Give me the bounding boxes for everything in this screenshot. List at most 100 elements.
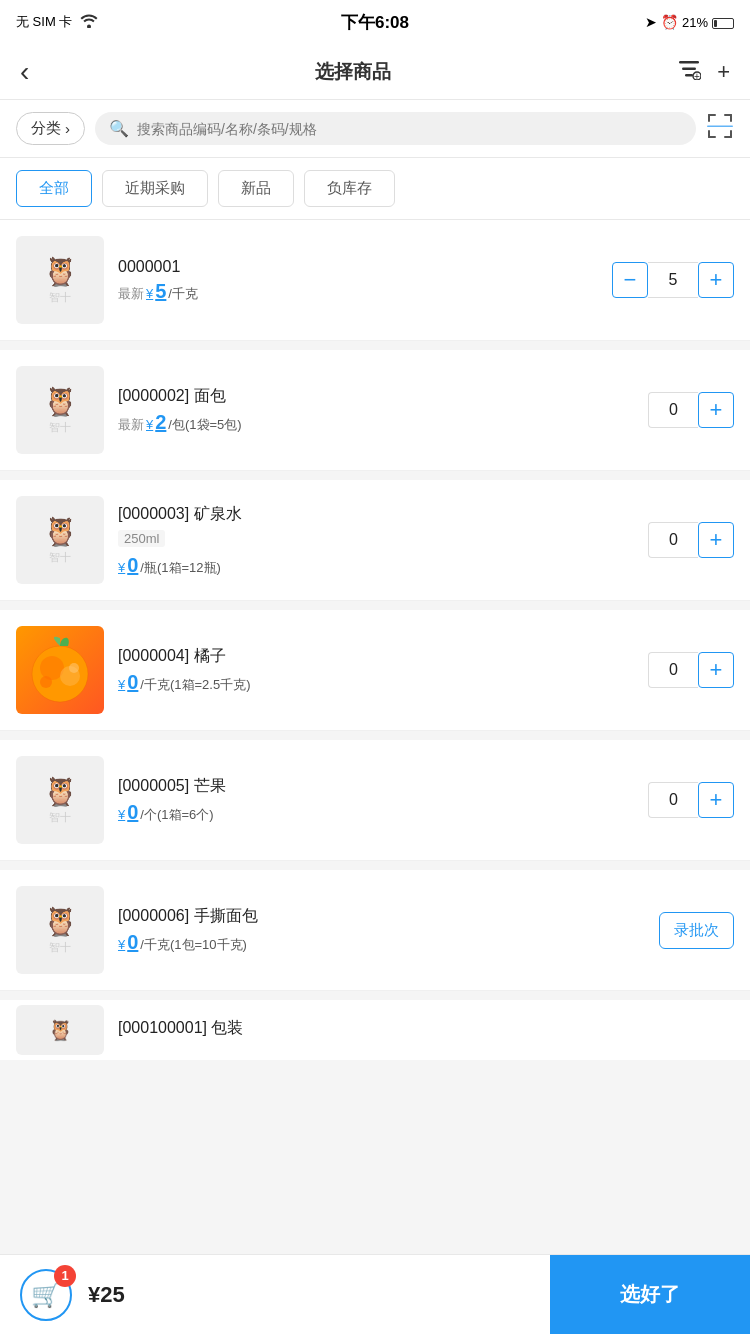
product-price: ¥ 0 /瓶(1箱=12瓶)	[118, 554, 634, 577]
product-image: 🦉 智十	[16, 756, 104, 844]
product-info: [000100001] 包装	[118, 1018, 734, 1043]
cart-icon: 🛒	[31, 1281, 61, 1309]
product-info: 0000001 最新 ¥ 5 /千克	[118, 258, 598, 303]
quantity-control: +	[648, 782, 734, 818]
status-time: 下午6:08	[341, 11, 409, 34]
product-price: ¥ 0 /千克(1箱=2.5千克)	[118, 671, 634, 694]
status-left: 无 SIM 卡	[16, 13, 98, 31]
add-icon[interactable]: +	[717, 59, 730, 85]
svg-rect-6	[708, 114, 710, 122]
nav-bar: ‹ 选择商品 + +	[0, 44, 750, 100]
filter-icon[interactable]: +	[677, 58, 701, 86]
svg-rect-0	[679, 61, 699, 64]
placeholder-owl-icon: 🦉	[48, 1018, 73, 1042]
carrier-text: 无 SIM 卡	[16, 13, 72, 31]
svg-rect-8	[730, 114, 732, 122]
product-name: [0000003] 矿泉水	[118, 504, 634, 525]
brand-text: 智十	[49, 940, 71, 955]
product-name: [0000006] 手撕面包	[118, 906, 645, 927]
plus-button[interactable]: +	[698, 392, 734, 428]
page-title: 选择商品	[315, 59, 391, 85]
list-item: [0000004] 橘子 ¥ 0 /千克(1箱=2.5千克) +	[0, 610, 750, 731]
placeholder-owl-icon: 🦉	[43, 775, 78, 808]
product-name: [0000005] 芒果	[118, 776, 634, 797]
quantity-input[interactable]	[648, 782, 698, 818]
cart-badge: 1	[54, 1265, 76, 1287]
divider	[0, 992, 750, 1000]
category-arrow-icon: ›	[65, 120, 70, 137]
nav-left: ‹	[20, 56, 29, 88]
product-price: ¥ 0 /个(1箱=6个)	[118, 801, 634, 824]
divider	[0, 342, 750, 350]
product-image	[16, 626, 104, 714]
minus-button[interactable]: −	[612, 262, 648, 298]
product-price: ¥ 0 /千克(1包=10千克)	[118, 931, 645, 954]
filter-tabs: 全部 近期采购 新品 负库存	[0, 158, 750, 220]
product-name: [0000002] 面包	[118, 386, 634, 407]
toolbar: 分类 › 🔍	[0, 100, 750, 158]
quantity-control: − +	[612, 262, 734, 298]
product-info: [0000003] 矿泉水 250ml ¥ 0 /瓶(1箱=12瓶)	[118, 504, 634, 577]
list-item: 🦉 智十 0000001 最新 ¥ 5 /千克 − +	[0, 220, 750, 341]
wifi-icon	[80, 14, 98, 31]
search-bar: 🔍	[95, 112, 696, 145]
product-image: 🦉	[16, 1005, 104, 1055]
tab-all[interactable]: 全部	[16, 170, 92, 207]
list-item: 🦉 [000100001] 包装	[0, 1000, 750, 1060]
product-info: [0000005] 芒果 ¥ 0 /个(1箱=6个)	[118, 776, 634, 824]
search-icon: 🔍	[109, 119, 129, 138]
bottom-bar: 🛒 1 ¥25 选好了	[0, 1254, 750, 1334]
product-image: 🦉 智十	[16, 886, 104, 974]
divider	[0, 732, 750, 740]
plus-button[interactable]: +	[698, 782, 734, 818]
record-batch-button[interactable]: 录批次	[659, 912, 734, 949]
placeholder-owl-icon: 🦉	[43, 515, 78, 548]
product-image: 🦉 智十	[16, 236, 104, 324]
brand-text: 智十	[49, 290, 71, 305]
plus-button[interactable]: +	[698, 652, 734, 688]
cart-total: ¥25	[88, 1282, 125, 1308]
svg-point-18	[40, 676, 52, 688]
product-name: 0000001	[118, 258, 598, 276]
plus-button[interactable]: +	[698, 522, 734, 558]
svg-text:+: +	[694, 71, 700, 80]
quantity-input[interactable]	[648, 392, 698, 428]
product-price: 最新 ¥ 2 /包(1袋=5包)	[118, 411, 634, 434]
category-button[interactable]: 分类 ›	[16, 112, 85, 145]
tab-negative[interactable]: 负库存	[304, 170, 395, 207]
quantity-input[interactable]	[648, 262, 698, 298]
list-item: 🦉 智十 [0000003] 矿泉水 250ml ¥ 0 /瓶(1箱=12瓶) …	[0, 480, 750, 601]
svg-rect-1	[682, 67, 696, 70]
back-button[interactable]: ‹	[20, 56, 29, 88]
svg-rect-2	[685, 74, 693, 77]
product-image: 🦉 智十	[16, 496, 104, 584]
quantity-control: +	[648, 392, 734, 428]
quantity-control: +	[648, 522, 734, 558]
confirm-button[interactable]: 选好了	[550, 1255, 750, 1335]
brand-text: 智十	[49, 550, 71, 565]
cart-icon-button[interactable]: 🛒 1	[20, 1269, 72, 1321]
scan-icon[interactable]	[706, 112, 734, 145]
list-item: 🦉 智十 [0000002] 面包 最新 ¥ 2 /包(1袋=5包) +	[0, 350, 750, 471]
product-info: [0000004] 橘子 ¥ 0 /千克(1箱=2.5千克)	[118, 646, 634, 694]
tab-recent[interactable]: 近期采购	[102, 170, 208, 207]
placeholder-owl-icon: 🦉	[43, 905, 78, 938]
quantity-input[interactable]	[648, 522, 698, 558]
status-bar: 无 SIM 卡 下午6:08 ➤ ⏰ 21%	[0, 0, 750, 44]
product-price: 最新 ¥ 5 /千克	[118, 280, 598, 303]
quantity-control: +	[648, 652, 734, 688]
plus-button[interactable]: +	[698, 262, 734, 298]
product-info: [0000002] 面包 最新 ¥ 2 /包(1袋=5包)	[118, 386, 634, 434]
quantity-input[interactable]	[648, 652, 698, 688]
tab-new[interactable]: 新品	[218, 170, 294, 207]
battery-percent: 21%	[682, 15, 708, 30]
alarm-icon: ⏰	[661, 14, 678, 30]
cart-section: 🛒 1 ¥25	[0, 1269, 550, 1321]
product-name: [000100001] 包装	[118, 1018, 734, 1039]
search-input[interactable]	[137, 121, 682, 137]
product-info: [0000006] 手撕面包 ¥ 0 /千克(1包=10千克)	[118, 906, 645, 954]
divider	[0, 602, 750, 610]
status-right: ➤ ⏰ 21%	[645, 14, 734, 30]
divider	[0, 862, 750, 870]
svg-rect-10	[708, 130, 710, 138]
